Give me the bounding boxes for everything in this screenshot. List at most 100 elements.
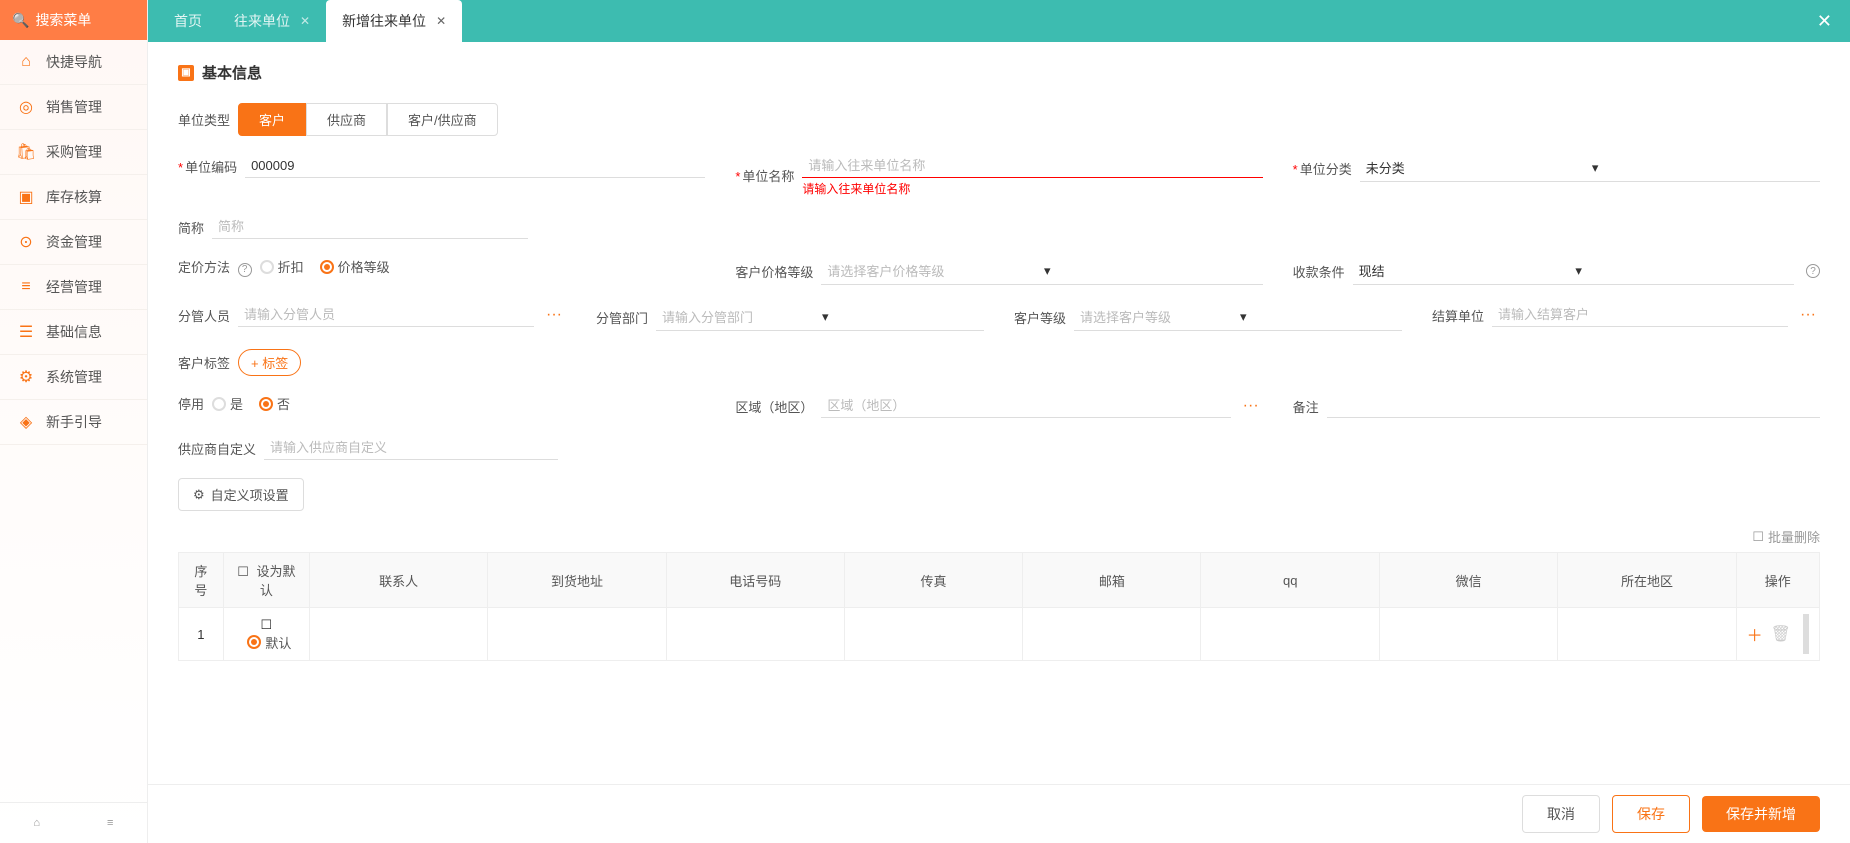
customer-level-placeholder: 请选择客户等级 <box>1080 307 1236 326</box>
manager-more-btn[interactable]: ··· <box>542 306 566 324</box>
pricing-label: 定价方法 ? <box>178 257 252 277</box>
th-region: 所在地区 <box>1558 553 1736 608</box>
default-radio[interactable]: 默认 <box>247 633 291 652</box>
tab-home[interactable]: 首页 <box>158 0 218 42</box>
tab-bar-close-btn[interactable]: ✕ <box>1809 11 1840 32</box>
region-table-input[interactable] <box>1568 623 1725 646</box>
sidebar-item-label: 销售管理 <box>46 97 102 117</box>
td-contact[interactable] <box>310 608 488 661</box>
td-address[interactable] <box>488 608 666 661</box>
tab-partner-close[interactable]: ✕ <box>300 14 310 28</box>
inventory-icon: ▣ <box>16 187 36 207</box>
section-icon: ▣ <box>178 65 194 81</box>
payment-terms-label: 收款条件 <box>1293 262 1345 281</box>
yes-radio-circle <box>212 397 226 411</box>
sales-icon: ◎ <box>16 97 36 117</box>
delete-row-btn[interactable]: 🗑 <box>1771 624 1791 644</box>
td-email[interactable] <box>1023 608 1201 661</box>
th-contact: 联系人 <box>310 553 488 608</box>
sidebar-item-operations[interactable]: ≡ 经营管理 <box>0 265 147 310</box>
sidebar-item-label: 资金管理 <box>46 232 102 252</box>
disabled-yes-radio[interactable]: 是 <box>212 394 243 413</box>
system-icon: ⚙ <box>16 367 36 387</box>
short-name-field: 简称 <box>178 215 528 239</box>
short-name-input[interactable] <box>212 215 528 239</box>
default-radio-dot <box>251 639 257 645</box>
unit-type-supplier-btn[interactable]: 供应商 <box>306 103 387 136</box>
td-fax[interactable] <box>844 608 1022 661</box>
tab-new-partner[interactable]: 新增往来单位 ✕ <box>326 0 462 42</box>
payment-terms-select[interactable]: 现结 ▾ <box>1353 257 1794 285</box>
sidebar-item-system[interactable]: ⚙ 系统管理 <box>0 355 147 400</box>
sidebar-item-basic-info[interactable]: ☰ 基础信息 <box>0 310 147 355</box>
customer-level-select[interactable]: 请选择客户等级 ▾ <box>1074 303 1402 331</box>
wechat-input[interactable] <box>1390 623 1547 646</box>
settlement-unit-input[interactable] <box>1492 303 1788 327</box>
table-header-row: 序号 ☐ 设为默认 联系人 到货地址 电话号码 传真 邮箱 qq 微信 所在地区 <box>179 553 1820 608</box>
tab-partner[interactable]: 往来单位 ✕ <box>218 0 326 42</box>
department-select[interactable]: 请输入分管部门 ▾ <box>656 303 984 331</box>
customer-tag-label: 客户标签 <box>178 353 230 372</box>
region-input[interactable] <box>821 394 1230 418</box>
customer-price-level-select[interactable]: 请选择客户价格等级 ▾ <box>821 257 1262 285</box>
remark-input[interactable] <box>1327 394 1820 418</box>
home-icon: ⌂ <box>16 52 36 72</box>
unit-code-input[interactable] <box>245 154 705 178</box>
qq-input[interactable] <box>1211 623 1369 646</box>
supplier-custom-input[interactable] <box>264 436 558 460</box>
batch-delete[interactable]: ☐ 批量删除 <box>178 527 1820 546</box>
th-address: 到货地址 <box>488 553 666 608</box>
sidebar-item-guide[interactable]: ◈ 新手引导 <box>0 400 147 445</box>
pricing-level-radio[interactable]: 价格等级 <box>320 257 390 276</box>
sidebar-item-inventory[interactable]: ▣ 库存核算 <box>0 175 147 220</box>
address-input[interactable] <box>498 623 655 646</box>
cancel-button[interactable]: 取消 <box>1522 795 1600 833</box>
save-new-button[interactable]: 保存并新增 <box>1702 796 1820 832</box>
guide-icon: ◈ <box>16 412 36 432</box>
settlement-more-btn[interactable]: ··· <box>1796 306 1820 324</box>
sidebar-item-finance[interactable]: ⊙ 资金管理 <box>0 220 147 265</box>
region-more-btn[interactable]: ··· <box>1239 397 1263 415</box>
sidebar-bottom-right[interactable]: ≡ <box>74 811 148 835</box>
pricing-discount-radio[interactable]: 折扣 <box>260 257 304 276</box>
add-row-btn[interactable]: ＋ <box>1747 622 1763 646</box>
tab-new-partner-close[interactable]: ✕ <box>436 14 446 28</box>
table-row: 1 ☐ 默认 <box>179 608 1820 661</box>
row-checkbox[interactable]: ☐ <box>261 617 273 632</box>
email-input[interactable] <box>1033 623 1190 646</box>
drag-handle[interactable] <box>1803 614 1809 654</box>
save-button[interactable]: 保存 <box>1612 795 1690 833</box>
contact-input[interactable] <box>320 623 477 646</box>
disabled-radio-group: 是 否 <box>212 394 290 413</box>
th-fax: 传真 <box>844 553 1022 608</box>
td-wechat[interactable] <box>1380 608 1558 661</box>
add-tag-btn[interactable]: + 标签 <box>238 349 301 376</box>
checkbox-all[interactable]: ☐ <box>237 564 249 579</box>
disabled-row: 停用 是 否 区域（地区） ··· <box>178 394 1820 418</box>
td-actions: ＋ 🗑 <box>1736 608 1819 661</box>
sidebar-item-label: 经营管理 <box>46 277 102 297</box>
unit-type-customer-btn[interactable]: 客户 <box>238 103 306 136</box>
disabled-no-radio[interactable]: 否 <box>259 394 290 413</box>
sidebar-item-purchase[interactable]: 🛍 采购管理 <box>0 130 147 175</box>
payment-help-icon[interactable]: ? <box>1806 264 1820 278</box>
sidebar-search[interactable]: 🔍 搜索菜单 <box>0 0 147 40</box>
fax-input[interactable] <box>855 623 1012 646</box>
custom-settings-btn[interactable]: ⚙ 自定义项设置 <box>178 478 304 511</box>
chevron-down-icon4: ▾ <box>822 309 978 325</box>
sidebar-item-sales[interactable]: ◎ 销售管理 <box>0 85 147 130</box>
sidebar-item-quick-nav[interactable]: ⌂ 快捷导航 <box>0 40 147 85</box>
discount-radio-label: 折扣 <box>278 257 304 276</box>
manager-input[interactable] <box>238 303 534 327</box>
td-region[interactable] <box>1558 608 1736 661</box>
pricing-help-icon[interactable]: ? <box>238 263 252 277</box>
basic-info-icon: ☰ <box>16 322 36 342</box>
unit-category-select[interactable]: 未分类 ▾ <box>1360 154 1820 182</box>
manager-label: 分管人员 <box>178 306 230 325</box>
td-phone[interactable] <box>666 608 844 661</box>
sidebar-bottom-left[interactable]: ⌂ <box>0 811 74 835</box>
phone-input[interactable] <box>677 623 834 646</box>
td-qq[interactable] <box>1201 608 1380 661</box>
unit-type-both-btn[interactable]: 客户/供应商 <box>387 103 498 136</box>
unit-name-input[interactable] <box>802 154 1262 178</box>
